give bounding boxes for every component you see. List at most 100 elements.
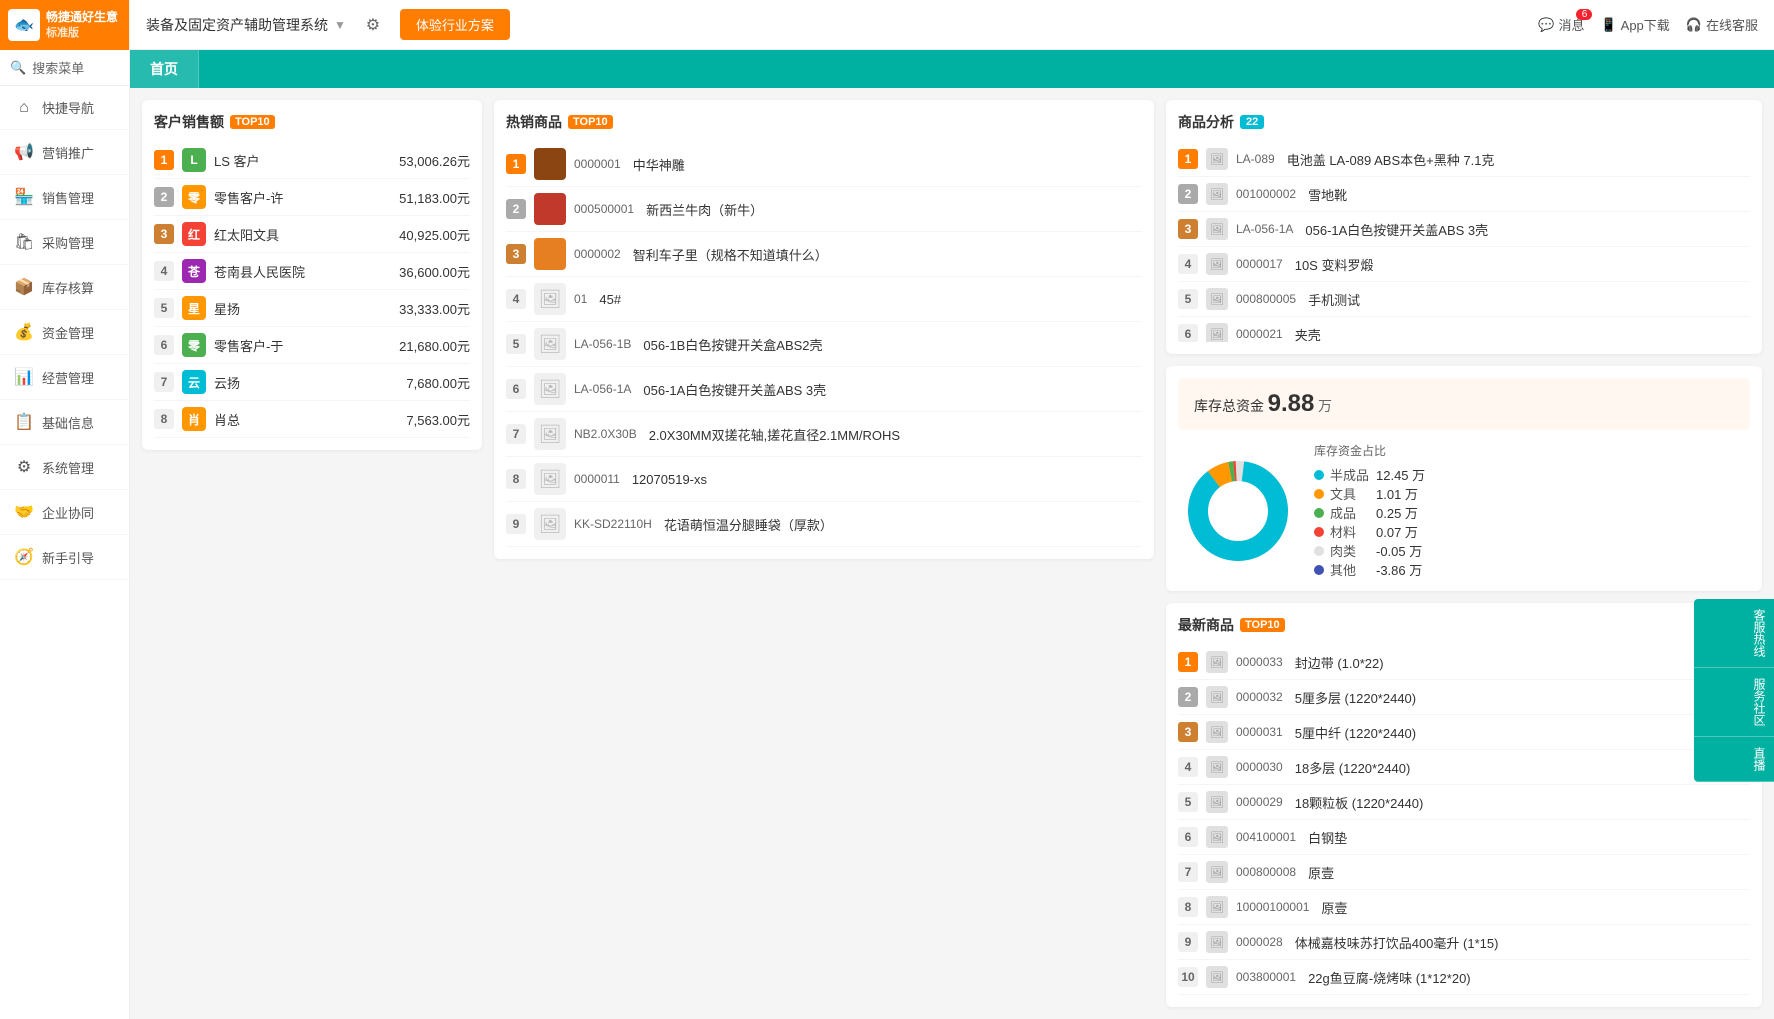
rank-number: 5 <box>1178 792 1198 812</box>
gear-button[interactable]: ⚙ <box>358 10 388 40</box>
new-product-item: 5 🖼 0000029 18颗粒板 (1220*2440) <box>1178 785 1750 820</box>
product-code: 001000002 <box>1236 187 1296 201</box>
sidebar-item-label-purchase: 采购管理 <box>42 233 94 252</box>
service-community-button[interactable]: 服务社区 <box>1694 668 1774 737</box>
customer-name: 云扬 <box>214 373 398 392</box>
product-gray-badge: 🖼 <box>1206 148 1228 170</box>
sidebar-item-base-info[interactable]: 📋 基础信息 <box>0 400 129 445</box>
sidebar-item-label-quick-nav: 快捷导航 <box>42 98 94 117</box>
hot-products-card: 热销商品 TOP10 1 0000001 中华神雕 2 000500001 新西… <box>494 100 1154 559</box>
rank-number: 4 <box>506 289 526 309</box>
sidebar-item-label-marketing: 营销推广 <box>42 143 94 162</box>
phone-icon: 📱 <box>1600 17 1616 33</box>
legend-item: 文具 1.01 万 <box>1314 484 1425 503</box>
online-service-button[interactable]: 🎧 在线客服 <box>1686 15 1758 34</box>
hot-product-item: 6 🖼 LA-056-1A 056-1A白色按键开关盖ABS 3壳 <box>506 367 1142 412</box>
product-name: 原壹 <box>1321 898 1750 917</box>
customer-rank-item: 1 L LS 客户 53,006.26元 <box>154 142 470 179</box>
sidebar-item-guide[interactable]: 🧭 新手引导 <box>0 535 129 580</box>
legend-name: 成品 <box>1330 503 1370 522</box>
sidebar-nav: ⌂ 快捷导航📢 营销推广🏪 销售管理🛍 采购管理📦 库存核算💰 资金管理📊 经营… <box>0 86 129 580</box>
product-code: 0000017 <box>1236 257 1283 271</box>
new-product-item: 1 🖼 0000033 封边带 (1.0*22) <box>1178 645 1750 680</box>
hot-products-list: 1 0000001 中华神雕 2 000500001 新西兰牛肉（新牛） 3 0… <box>506 142 1142 547</box>
commodity-analysis-card: 商品分析 22 1 🖼 LA-089 电池盖 LA-089 ABS本色+黑种 7… <box>1166 100 1762 354</box>
message-button[interactable]: 💬 消息 6 <box>1538 15 1584 34</box>
hot-product-item: 7 🖼 NB2.0X30B 2.0X30MM双搓花轴,搓花直径2.1MM/ROH… <box>506 412 1142 457</box>
customer-name: 苍南县人民医院 <box>214 262 391 281</box>
customer-rank-item: 8 肖 肖总 7,563.00元 <box>154 401 470 438</box>
sidebar-item-inventory[interactable]: 📦 库存核算 <box>0 265 129 310</box>
rank-number: 4 <box>154 261 174 281</box>
logo-icon: 🐟 <box>8 9 40 41</box>
legend-name: 肉类 <box>1330 541 1370 560</box>
legend-value: 0.07 万 <box>1376 522 1418 541</box>
live-button[interactable]: 直播 <box>1694 737 1774 782</box>
rank-number: 6 <box>1178 827 1198 847</box>
product-image: 🖼 <box>534 508 566 540</box>
analysis-item: 5 🖼 000800005 手机测试 <box>1178 282 1750 317</box>
app-download-button[interactable]: 📱 App下载 <box>1600 15 1669 34</box>
sidebar-item-label-finance: 资金管理 <box>42 323 94 342</box>
customer-service-button[interactable]: 客服热线 <box>1694 599 1774 668</box>
product-code: 003800001 <box>1236 970 1296 984</box>
product-gray-badge: 🖼 <box>1206 861 1228 883</box>
product-name: 原壹 <box>1308 863 1750 882</box>
sidebar-item-label-cooperation: 企业协同 <box>42 503 94 522</box>
nav-icon-purchase: 🛍 <box>14 232 34 252</box>
legend-color-dot <box>1314 565 1324 575</box>
legend-color-dot <box>1314 527 1324 537</box>
hot-product-item: 1 0000001 中华神雕 <box>506 142 1142 187</box>
trial-button[interactable]: 体验行业方案 <box>400 9 510 40</box>
inventory-card: 库存总资金 9.88 万 <box>1166 366 1762 591</box>
inventory-legend-items: 半成品 12.45 万 文具 1.01 万 成品 0.25 万 材料 0.07 … <box>1314 465 1425 579</box>
legend-color-dot <box>1314 470 1324 480</box>
legend-item: 材料 0.07 万 <box>1314 522 1425 541</box>
product-name: 18颗粒板 (1220*2440) <box>1295 793 1750 812</box>
sidebar-item-quick-nav[interactable]: ⌂ 快捷导航 <box>0 86 129 130</box>
legend-item: 半成品 12.45 万 <box>1314 465 1425 484</box>
hot-product-item: 5 🖼 LA-056-1B 056-1B白色按键开关盒ABS2壳 <box>506 322 1142 367</box>
sidebar-item-purchase[interactable]: 🛍 采购管理 <box>0 220 129 265</box>
legend-color-dot <box>1314 489 1324 499</box>
main-wrapper: 装备及固定资产辅助管理系统 ▼ ⚙ 体验行业方案 💬 消息 6 📱 App下载 … <box>130 0 1774 1019</box>
new-product-item: 9 🖼 0000028 体械嘉枝味苏打饮品400毫升 (1*15) <box>1178 925 1750 960</box>
sidebar-search[interactable]: 🔍 搜索菜单 <box>0 50 129 86</box>
product-code: 0000028 <box>1236 935 1283 949</box>
nav-icon-quick-nav: ⌂ <box>14 99 34 117</box>
sidebar-item-system[interactable]: ⚙ 系统管理 <box>0 445 129 490</box>
sidebar: 🐟 畅捷通好生意 标准版 🔍 搜索菜单 ⌂ 快捷导航📢 营销推广🏪 销售管理🛍 … <box>0 0 130 1019</box>
product-name: 手机测试 <box>1308 290 1750 309</box>
new-product-item: 2 🖼 0000032 5厘多层 (1220*2440) <box>1178 680 1750 715</box>
sidebar-item-finance[interactable]: 💰 资金管理 <box>0 310 129 355</box>
product-code: LA-056-1B <box>574 337 631 351</box>
sidebar-item-operations[interactable]: 📊 经营管理 <box>0 355 129 400</box>
customer-name: 红太阳文具 <box>214 225 391 244</box>
customer-badge: 零 <box>182 333 206 357</box>
product-code: 0000021 <box>1236 327 1283 341</box>
rank-number: 2 <box>154 187 174 207</box>
dropdown-icon[interactable]: ▼ <box>334 18 346 32</box>
product-code: 000500001 <box>574 202 634 216</box>
rank-number: 7 <box>1178 862 1198 882</box>
sidebar-item-marketing[interactable]: 📢 营销推广 <box>0 130 129 175</box>
left-column: 客户销售额 TOP10 1 L LS 客户 53,006.26元 2 零 零售客… <box>142 100 482 1007</box>
donut-chart-container: 库存资金占比 半成品 12.45 万 文具 1.01 万 成品 0.25 万 材… <box>1178 442 1750 579</box>
product-gray-badge: 🖼 <box>1206 826 1228 848</box>
customer-value: 53,006.26元 <box>399 151 470 170</box>
sidebar-item-sales[interactable]: 🏪 销售管理 <box>0 175 129 220</box>
home-tab[interactable]: 首页 <box>130 50 199 88</box>
new-product-item: 4 🖼 0000030 18多层 (1220*2440) <box>1178 750 1750 785</box>
new-product-item: 8 🖼 10000100001 原壹 <box>1178 890 1750 925</box>
nav-icon-inventory: 📦 <box>14 277 34 297</box>
product-image <box>534 238 566 270</box>
product-name: 5厘多层 (1220*2440) <box>1295 688 1750 707</box>
sidebar-item-label-system: 系统管理 <box>42 458 94 477</box>
sidebar-item-label-operations: 经营管理 <box>42 368 94 387</box>
customer-value: 21,680.00元 <box>399 336 470 355</box>
rank-number: 6 <box>506 379 526 399</box>
product-gray-badge: 🖼 <box>1206 931 1228 953</box>
sidebar-item-cooperation[interactable]: 🤝 企业协同 <box>0 490 129 535</box>
legend-value: 12.45 万 <box>1376 465 1425 484</box>
customer-ranking-title: 客户销售额 TOP10 <box>154 112 470 132</box>
